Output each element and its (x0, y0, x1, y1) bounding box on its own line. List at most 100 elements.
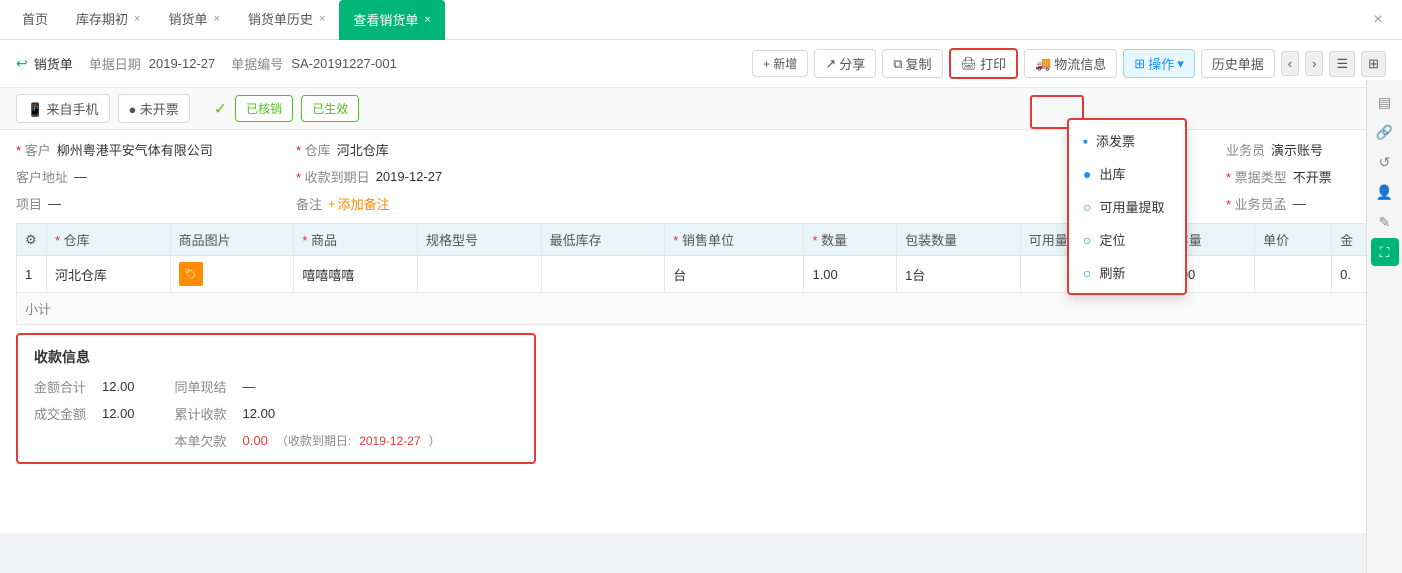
layout-list-button[interactable]: ☰ (1329, 51, 1355, 77)
check-icon: ✓ (214, 99, 227, 119)
payment-col-left: 金额合计 12.00 成交金额 12.00 (34, 377, 135, 450)
doc-actions: + 新增 ↗ 分享 ⧉ 复制 🖨 打印 🚚 物流信息 ⊞ 操作 ▾ (752, 48, 1386, 79)
tab-sales-history[interactable]: 销货单历史 × (234, 0, 339, 40)
project-value: — (48, 196, 61, 211)
print-button[interactable]: 🖨 打印 (949, 48, 1019, 79)
sidebar-icon-expand[interactable]: ⛶ (1371, 238, 1399, 266)
checked-button[interactable]: 已核销 (235, 95, 293, 122)
doc-date-field: 单据日期 2019-12-27 (89, 54, 216, 73)
ops-button[interactable]: ⊞ 操作 ▾ (1123, 49, 1194, 78)
address-value: — (74, 169, 87, 184)
warehouse-label: 仓库 (296, 140, 331, 159)
col-min-stock: 最低库存 (541, 224, 665, 256)
payment-rows: 金额合计 12.00 成交金额 12.00 同单现结 — 累计收款 12.00 (34, 377, 518, 450)
payment-title: 收款信息 (34, 347, 518, 367)
col-qty: * 数量 (804, 224, 897, 256)
due-date-label: 收款到期日 (296, 167, 370, 186)
col-package-qty: 包装数量 (897, 224, 1021, 256)
row-product-img: 🏷 (170, 256, 294, 293)
ops-add-invoice[interactable]: ▪ 添发票 (1069, 124, 1185, 157)
available-qty-label: 可用量提取 (1099, 197, 1164, 216)
tab-home[interactable]: 首页 (8, 0, 62, 40)
prev-button[interactable]: ‹ (1281, 51, 1299, 76)
sidebar-icon-link[interactable]: 🔗 (1371, 118, 1399, 146)
tab-inventory[interactable]: 库存期初 × (62, 0, 154, 40)
copy-icon: ⧉ (893, 56, 902, 72)
project-field: 项目 — (16, 194, 296, 213)
tab-sales[interactable]: 销货单 × (154, 0, 233, 40)
logistics-icon: 🚚 (1035, 56, 1051, 72)
ops-available-qty[interactable]: ○ 可用量提取 (1069, 190, 1185, 223)
payment-settlement-label: 同单现结 (175, 377, 235, 396)
row-qty: 1.00 (804, 256, 897, 293)
sales-agent-value: — (1293, 196, 1306, 211)
close-tab-inventory[interactable]: × (134, 13, 140, 25)
payment-col-right: 同单现结 — 累计收款 12.00 本单欠款 0.00 （收款到期日: 2019… (175, 377, 441, 450)
available-qty-icon: ○ (1083, 199, 1091, 215)
ops-outbound[interactable]: ● 出库 (1069, 157, 1185, 190)
main-content: ↩ 销货单 单据日期 2019-12-27 单据编号 SA-20191227-0… (0, 40, 1402, 533)
not-open-button[interactable]: ● 未开票 (118, 94, 190, 123)
close-window-button[interactable]: × (1362, 4, 1394, 36)
ops-icon: ⊞ (1134, 56, 1145, 72)
payment-owed-item: 本单欠款 0.00 （收款到期日: 2019-12-27 ） (175, 431, 441, 450)
salesperson-label: 业务员 (1226, 140, 1265, 159)
salesperson-value: 演示账号 (1271, 140, 1323, 159)
refresh-label: 刷新 (1099, 263, 1125, 282)
share-button[interactable]: ↗ 分享 (814, 49, 876, 78)
doc-title: ↩ 销货单 (16, 54, 73, 73)
layout-grid-button[interactable]: ⊞ (1361, 51, 1386, 77)
payment-owed-note-end: ） (429, 432, 441, 449)
row-no: 1 (17, 256, 47, 293)
new-button[interactable]: + 新增 (752, 50, 808, 77)
product-thumbnail: 🏷 (179, 262, 203, 286)
sales-agent-field: 业务员孟 — (1226, 194, 1386, 213)
ops-locate[interactable]: ○ 定位 (1069, 223, 1185, 256)
table-wrapper: ⚙ * 仓库 商品图片 * 商品 规格型号 最低库存 * 销售单位 * 数量 包… (0, 223, 1402, 325)
subtotal-label: 小计 (17, 293, 1386, 325)
date-label: 单据日期 (89, 54, 141, 73)
action-row: 📱 来自手机 ● 未开票 ✓ 已核销 已生效 (0, 88, 1402, 130)
project-label: 项目 (16, 194, 42, 213)
close-tab-sales[interactable]: × (213, 13, 219, 25)
payment-owed-value: 0.00 (243, 433, 268, 448)
payment-due-date: 2019-12-27 (359, 434, 420, 448)
payment-total-label: 金额合计 (34, 377, 94, 396)
payment-info-box: 收款信息 金额合计 12.00 成交金额 12.00 同单现结 — 累计收款 (16, 333, 536, 464)
sidebar-icon-1[interactable]: ▤ (1371, 88, 1399, 116)
customer-label: 客户 (16, 140, 51, 159)
copy-button[interactable]: ⧉ 复制 (882, 49, 942, 78)
close-tab-sales-history[interactable]: × (319, 13, 325, 25)
payment-deal-item: 成交金额 12.00 (34, 404, 135, 423)
logistics-button[interactable]: 🚚 物流信息 (1024, 49, 1117, 78)
ops-dropdown-icon: ▾ (1177, 56, 1184, 72)
from-mobile-button[interactable]: 📱 来自手机 (16, 94, 110, 123)
payment-total-value: 12.00 (102, 379, 135, 394)
refresh-icon: ○ (1083, 265, 1091, 281)
address-field: 客户地址 — (16, 167, 296, 186)
col-warehouse: * 仓库 (47, 224, 171, 256)
close-tab-view-sales[interactable]: × (424, 14, 430, 26)
mobile-icon: 📱 (27, 102, 43, 117)
sidebar-icon-edit[interactable]: ✎ (1371, 208, 1399, 236)
sidebar-icon-refresh[interactable]: ↺ (1371, 148, 1399, 176)
outbound-icon: ● (1083, 166, 1091, 182)
payment-owed-label: 本单欠款 (175, 431, 235, 450)
sidebar-icon-user[interactable]: 👤 (1371, 178, 1399, 206)
row-warehouse: 河北仓库 (47, 256, 171, 293)
right-sidebar: ▤ 🔗 ↺ 👤 ✎ ⛶ (1366, 80, 1402, 573)
col-spec: 规格型号 (417, 224, 541, 256)
locate-label: 定位 (1099, 230, 1125, 249)
payment-owed-note: （收款到期日: (276, 432, 351, 449)
row-package-qty: 1台 (897, 256, 1021, 293)
add-note-button[interactable]: + 添加备注 (328, 194, 390, 213)
history-button[interactable]: 历史单据 (1201, 49, 1275, 78)
row-min-stock (541, 256, 665, 293)
effected-button[interactable]: 已生效 (301, 95, 359, 122)
payment-received-label: 累计收款 (175, 404, 235, 423)
tab-bar-right: × (1362, 4, 1394, 36)
ops-refresh[interactable]: ○ 刷新 (1069, 256, 1185, 289)
add-invoice-label: 添发票 (1096, 131, 1135, 150)
tab-view-sales[interactable]: 查看销货单 × (339, 0, 444, 40)
next-button[interactable]: › (1305, 51, 1323, 76)
